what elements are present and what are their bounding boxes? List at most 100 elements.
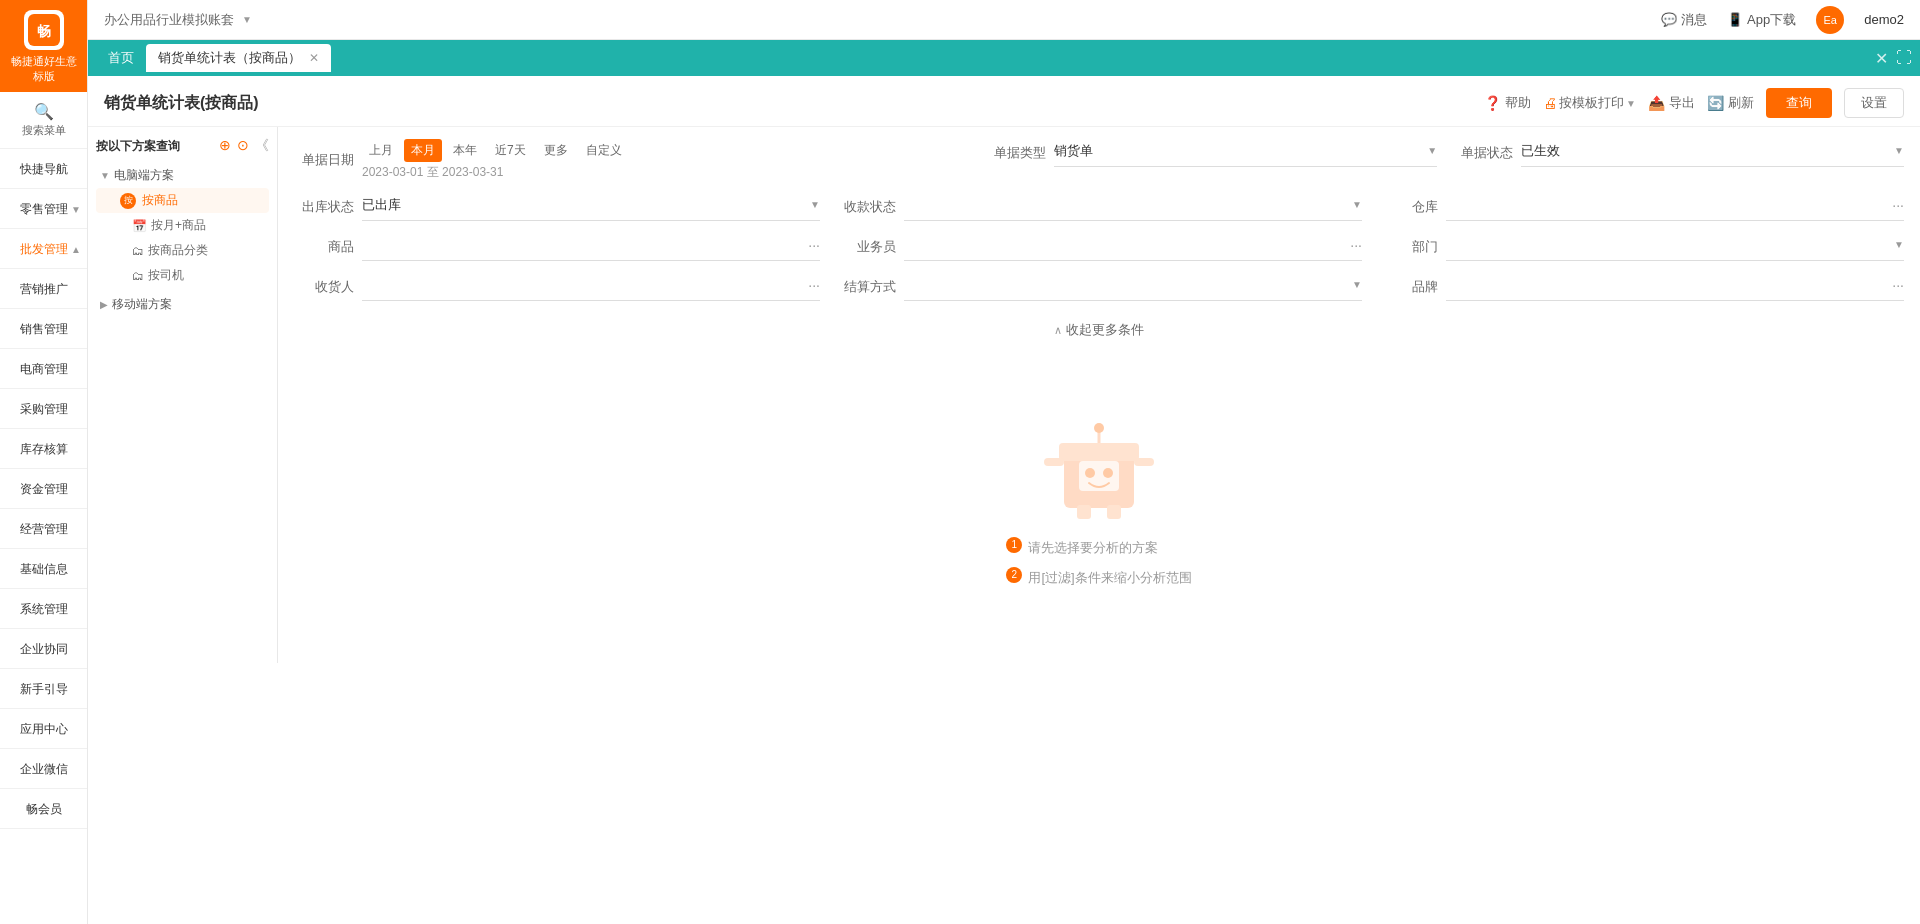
app-subtitle: 标版	[33, 69, 55, 84]
tree-item-by-cashier[interactable]: 🗂 按司机	[96, 263, 269, 288]
sidebar-item-finance[interactable]: 资金管理	[0, 469, 87, 509]
recipient-control[interactable]: ···	[362, 273, 820, 301]
tree-item-label: 按商品	[142, 192, 178, 209]
chevron-down-icon: ▼	[1894, 239, 1904, 250]
sidebar-item-enterprise[interactable]: 企业协同	[0, 629, 87, 669]
folder-icon-2: 🗂	[132, 269, 144, 283]
filter-doctype-field: 单据类型 销货单 ▼	[986, 139, 1437, 167]
empty-tips: 1 请先选择要分析的方案 2 用[过滤]条件来缩小分析范围	[1006, 535, 1191, 591]
tree-item-by-category[interactable]: 🗂 按商品分类	[96, 238, 269, 263]
sidebar-item-marketing[interactable]: 营销推广	[0, 269, 87, 309]
doctype-value: 销货单	[1054, 142, 1093, 160]
tree-section-desktop: ▼ 电脑端方案 按 按商品 📅 按月+商品 🗂	[96, 163, 269, 288]
warehouse-control[interactable]: 已出库 ▼	[362, 193, 820, 221]
sidebar-item-inventory[interactable]: 库存核算	[0, 429, 87, 469]
refresh-btn[interactable]: 🔄 刷新	[1707, 94, 1754, 112]
tab-home[interactable]: 首页	[96, 44, 146, 72]
chevron-down-icon: ▼	[1352, 199, 1362, 210]
sidebar-item-system[interactable]: 系统管理	[0, 589, 87, 629]
svg-point-6	[1103, 468, 1113, 478]
tab-bar: 首页 销货单统计表（按商品） ✕ ✕ ⛶	[88, 40, 1920, 76]
date-label: 单据日期	[294, 151, 354, 169]
export-btn[interactable]: 📤 导出	[1648, 94, 1695, 112]
date-btn-custom[interactable]: 自定义	[579, 139, 629, 162]
filter-panel: 单据日期 上月 本月 本年 近7天 更多 自定义 20	[278, 127, 1920, 663]
tree-item-by-product[interactable]: 按 按商品	[96, 188, 269, 213]
date-btn-last-month[interactable]: 上月	[362, 139, 400, 162]
date-btn-last7[interactable]: 近7天	[488, 139, 533, 162]
chevron-down-icon: ▼	[71, 203, 81, 214]
docstatus-label: 单据状态	[1453, 144, 1513, 162]
sidebar-item-operation[interactable]: 经营管理	[0, 509, 87, 549]
settlement-control[interactable]: ▼	[904, 273, 1362, 301]
industry-label[interactable]: 办公用品行业模拟账套 ▼	[104, 11, 252, 29]
date-btn-this-year[interactable]: 本年	[446, 139, 484, 162]
payment-control[interactable]: ▼	[904, 193, 1362, 221]
sidebar-item-enterprise-wechat[interactable]: 企业微信	[0, 749, 87, 789]
sidebar: 畅 畅捷通好生意 标版 🔍 搜索菜单 快捷导航 零售管理 ▼ 批发管理 ▲ 营销…	[0, 0, 88, 924]
tab-maximize-icon[interactable]: ⛶	[1896, 49, 1912, 67]
header-right: 💬 消息 📱 App下载 Ea demo2	[1661, 6, 1904, 34]
sidebar-item-wholesale[interactable]: 批发管理 ▲	[0, 229, 87, 269]
collapse-more-btn[interactable]: ∧ 收起更多条件	[1054, 321, 1144, 339]
message-btn[interactable]: 💬 消息	[1661, 11, 1707, 29]
search-menu-btn[interactable]: 🔍 搜索菜单	[0, 92, 87, 149]
tree-section-header-mobile[interactable]: ▶ 移动端方案	[96, 292, 269, 317]
sidebar-item-newbie[interactable]: 新手引导	[0, 669, 87, 709]
tab-close-window-icon[interactable]: ✕	[1875, 49, 1888, 68]
chevron-down-icon: ▼	[1894, 145, 1904, 156]
folder-icon: 🗂	[132, 244, 144, 258]
user-name[interactable]: demo2	[1864, 12, 1904, 27]
product-control[interactable]: ···	[362, 233, 820, 261]
tree-item-label: 按司机	[148, 267, 184, 284]
content-wrapper: 销货单统计表(按商品) ❓ 帮助 🖨 按模板打印 ▼ 📤 导出	[88, 76, 1920, 924]
query-button[interactable]: 查询	[1766, 88, 1832, 118]
panel-settings-icon[interactable]: ⊙	[237, 137, 249, 155]
date-btn-this-month[interactable]: 本月	[404, 139, 442, 162]
brand-control[interactable]: ···	[1446, 273, 1904, 301]
storage-control[interactable]: ···	[1446, 193, 1904, 221]
filter-brand-field: 品牌 ···	[1378, 273, 1904, 301]
tree-collapse-icon: ▶	[100, 299, 108, 310]
panel-collapse-icon[interactable]: 《	[255, 137, 269, 155]
chevron-down-icon: ▼	[810, 199, 820, 210]
tree-section-label-mobile: 移动端方案	[112, 296, 172, 313]
tab-sales-stats[interactable]: 销货单统计表（按商品） ✕	[146, 44, 331, 72]
tip-text-2: 用[过滤]条件来缩小分析范围	[1028, 565, 1191, 591]
app-download-btn[interactable]: 📱 App下载	[1727, 11, 1796, 29]
sidebar-item-basic[interactable]: 基础信息	[0, 549, 87, 589]
sidebar-item-member[interactable]: 畅会员	[0, 789, 87, 829]
tab-close-icon[interactable]: ✕	[309, 51, 319, 65]
tree-section-mobile: ▶ 移动端方案	[96, 292, 269, 317]
storage-label: 仓库	[1378, 198, 1438, 216]
settings-button[interactable]: 设置	[1844, 88, 1904, 118]
print-btn[interactable]: 🖨 按模板打印 ▼	[1543, 94, 1636, 112]
sidebar-item-sales[interactable]: 销售管理	[0, 309, 87, 349]
filter-department-field: 部门 ▼	[1378, 233, 1904, 261]
tree-item-by-month-product[interactable]: 📅 按月+商品	[96, 213, 269, 238]
tip-num-2: 2	[1006, 567, 1022, 583]
sidebar-item-quick-nav[interactable]: 快捷导航	[0, 149, 87, 189]
sidebar-item-retail[interactable]: 零售管理 ▼	[0, 189, 87, 229]
sidebar-item-app-center[interactable]: 应用中心	[0, 709, 87, 749]
tree-section-header-desktop[interactable]: ▼ 电脑端方案	[96, 163, 269, 188]
filter-settlement-field: 结算方式 ▼	[836, 273, 1362, 301]
sidebar-item-purchase[interactable]: 采购管理	[0, 389, 87, 429]
docstatus-control[interactable]: 已生效 ▼	[1521, 139, 1904, 167]
department-control[interactable]: ▼	[1446, 233, 1904, 261]
sidebar-item-ecommerce[interactable]: 电商管理	[0, 349, 87, 389]
svg-text:畅: 畅	[37, 23, 51, 39]
date-filter: 上月 本月 本年 近7天 更多 自定义	[362, 139, 970, 162]
industry-text: 办公用品行业模拟账套	[104, 11, 234, 29]
filter-payment-field: 收款状态 ▼	[836, 193, 1362, 221]
filter-docstatus-field: 单据状态 已生效 ▼	[1453, 139, 1904, 167]
search-label: 搜索菜单	[22, 123, 66, 138]
doctype-label: 单据类型	[986, 144, 1046, 162]
panel-add-icon[interactable]: ⊕	[219, 137, 231, 155]
message-icon: 💬	[1661, 12, 1677, 27]
date-btn-more[interactable]: 更多	[537, 139, 575, 162]
help-btn[interactable]: ❓ 帮助	[1484, 94, 1531, 112]
app-title: 畅捷通好生意	[11, 54, 77, 69]
salesperson-control[interactable]: ···	[904, 233, 1362, 261]
doctype-control[interactable]: 销货单 ▼	[1054, 139, 1437, 167]
